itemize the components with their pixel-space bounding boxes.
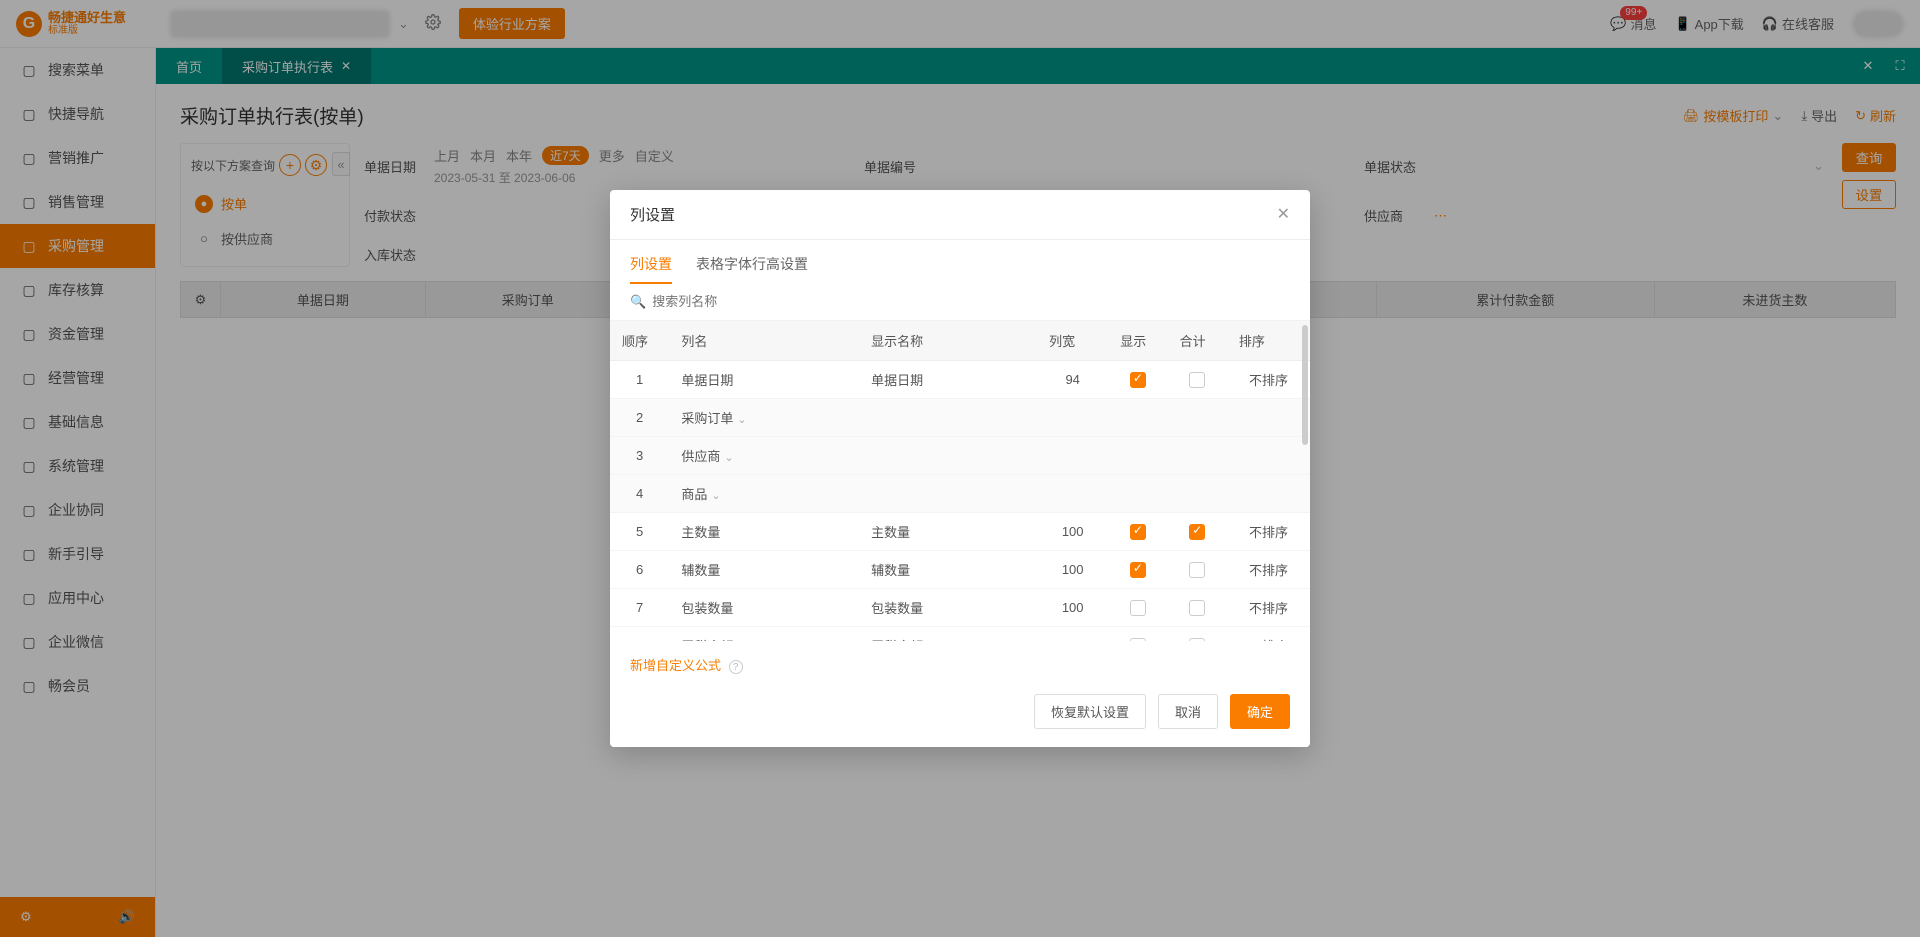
column-row[interactable]: 6辅数量辅数量100不排序 <box>610 550 1310 588</box>
chevron-down-icon[interactable]: ⌄ <box>724 452 733 464</box>
scrollbar[interactable] <box>1302 325 1308 445</box>
column-row[interactable]: 4商品⌄ <box>610 474 1310 512</box>
total-checkbox[interactable] <box>1189 562 1205 578</box>
total-checkbox[interactable] <box>1189 600 1205 616</box>
column-row[interactable]: 3供应商⌄ <box>610 436 1310 474</box>
close-icon[interactable]: ✕ <box>1277 204 1290 224</box>
search-icon: 🔍 <box>630 294 646 310</box>
show-checkbox[interactable] <box>1130 372 1146 388</box>
modal-tab-font[interactable]: 表格字体行高设置 <box>696 254 808 284</box>
modal-columns-table: 顺序 列名 显示名称 列宽 显示 合计 排序 1单据日期单据日期94不排序2采购… <box>610 321 1310 641</box>
show-checkbox[interactable] <box>1130 600 1146 616</box>
show-checkbox[interactable] <box>1130 524 1146 540</box>
column-settings-modal: 列设置 ✕ 列设置 表格字体行高设置 🔍 顺序 列名 显示名称 列宽 显 <box>610 190 1310 748</box>
total-checkbox[interactable] <box>1189 524 1205 540</box>
column-row[interactable]: 7包装数量包装数量100不排序 <box>610 588 1310 626</box>
column-row[interactable]: 2采购订单⌄ <box>610 398 1310 436</box>
cancel-button[interactable]: 取消 <box>1158 694 1218 729</box>
chevron-down-icon[interactable]: ⌄ <box>711 490 720 502</box>
help-icon[interactable]: ? <box>729 660 743 674</box>
add-formula-link[interactable]: 新增自定义公式 <box>630 658 721 673</box>
column-row[interactable]: 8无税金额无税金额100不排序 <box>610 626 1310 641</box>
search-input[interactable] <box>652 294 1290 309</box>
total-checkbox[interactable] <box>1189 372 1205 388</box>
ok-button[interactable]: 确定 <box>1230 694 1290 729</box>
chevron-down-icon[interactable]: ⌄ <box>737 414 746 426</box>
modal-overlay: 列设置 ✕ 列设置 表格字体行高设置 🔍 顺序 列名 显示名称 列宽 显 <box>0 0 1920 937</box>
total-checkbox[interactable] <box>1189 638 1205 641</box>
modal-title: 列设置 <box>630 204 675 225</box>
restore-button[interactable]: 恢复默认设置 <box>1034 694 1146 729</box>
column-row[interactable]: 1单据日期单据日期94不排序 <box>610 360 1310 398</box>
modal-tab-columns[interactable]: 列设置 <box>630 254 672 284</box>
column-row[interactable]: 5主数量主数量100不排序 <box>610 512 1310 550</box>
modal-search[interactable]: 🔍 <box>610 284 1310 321</box>
show-checkbox[interactable] <box>1130 562 1146 578</box>
show-checkbox[interactable] <box>1130 638 1146 641</box>
